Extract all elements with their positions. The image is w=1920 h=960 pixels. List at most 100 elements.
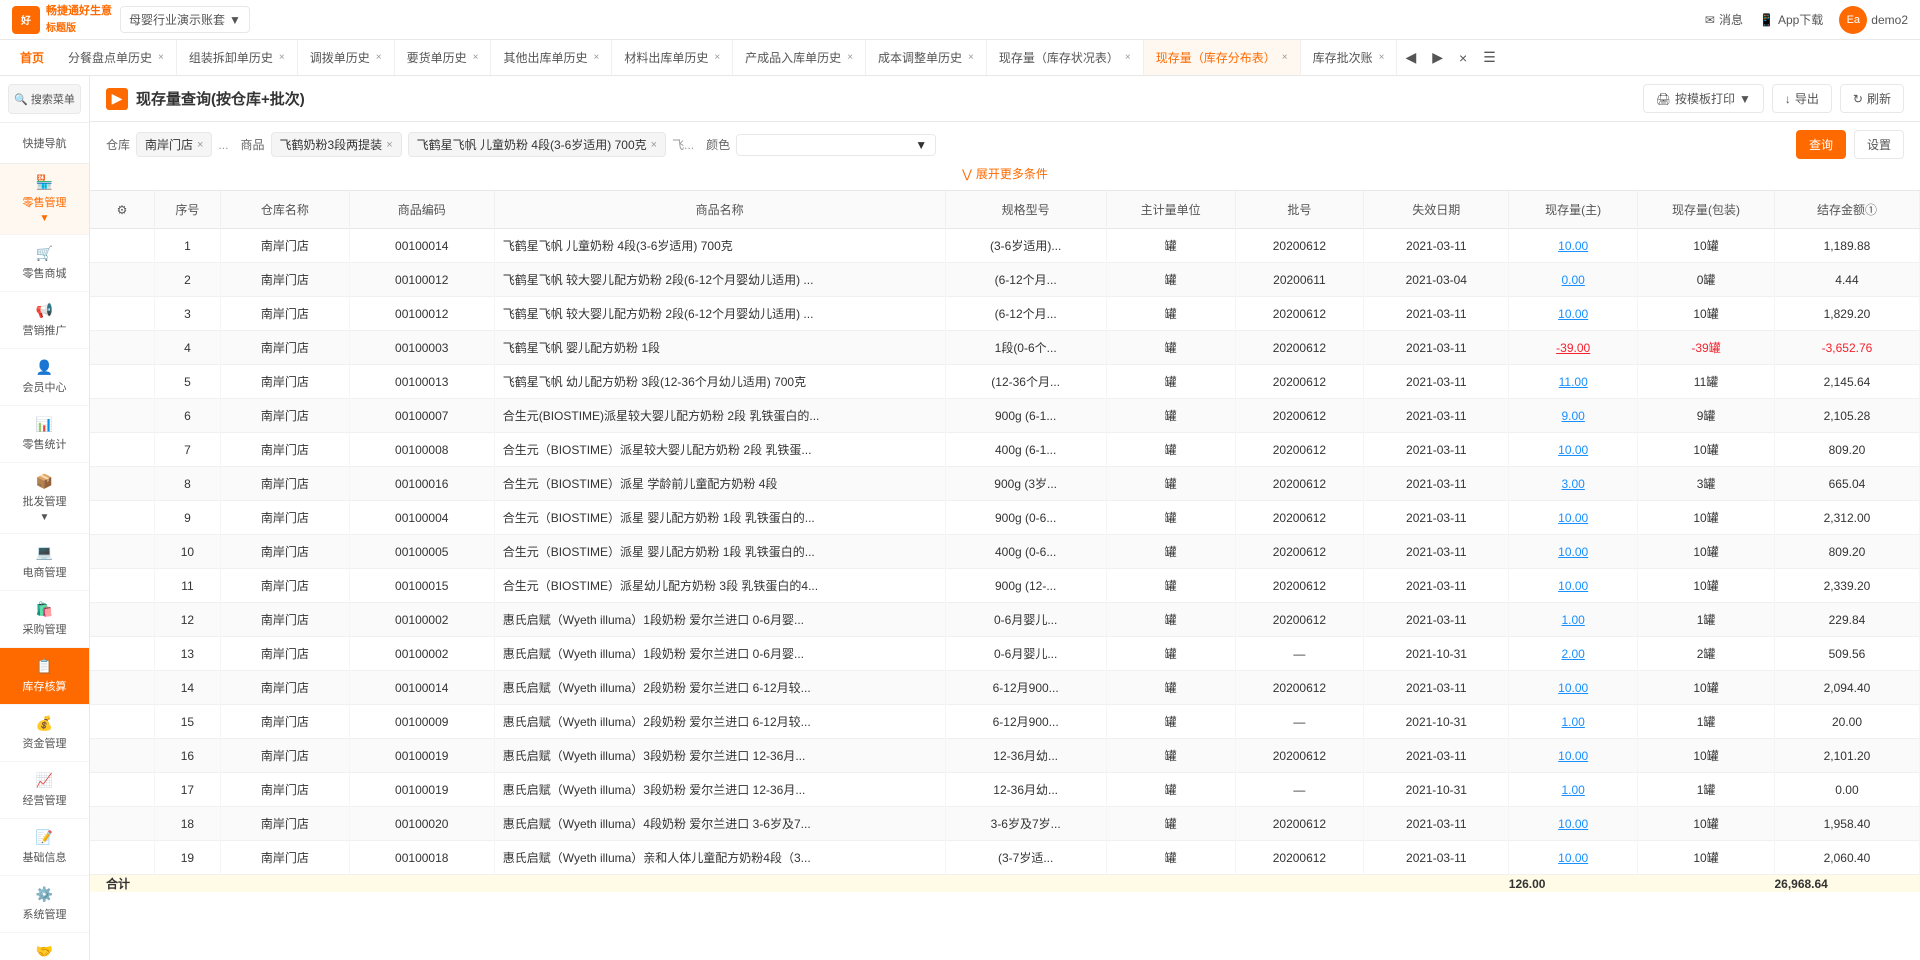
product-filter-close-1[interactable]: × [651, 139, 657, 151]
tab-close-all-button[interactable]: × [1451, 46, 1475, 70]
sidebar-item-inventory[interactable]: 📋 库存核算 [0, 648, 89, 705]
cell-spec-3: 1段(0-6个... [945, 331, 1106, 365]
settings-button[interactable]: 设置 [1854, 130, 1904, 159]
warehouse-filter-more[interactable]: ... [218, 138, 228, 152]
sidebar-item-system[interactable]: ⚙️ 系统管理 [0, 876, 89, 933]
tab-stock-dist[interactable]: 现存量（库存分布表） × [1144, 40, 1301, 76]
sidebar-item-enterprise[interactable]: 🤝 企业协同 [0, 933, 89, 960]
tab-prev-button[interactable]: ◀ [1397, 45, 1424, 70]
sidebar-item-marketing[interactable]: 📢 营销推广 [0, 292, 89, 349]
sidebar-item-operations[interactable]: 📈 经营管理 [0, 762, 89, 819]
sidebar-item-retail-stats[interactable]: 📊 零售统计 [0, 406, 89, 463]
product-filter-more[interactable]: 飞... [672, 136, 694, 153]
tab-stock-status-close[interactable]: × [1125, 52, 1131, 63]
tab-stock-status[interactable]: 现存量（库存状况表） × [987, 40, 1144, 76]
user-area[interactable]: Ea demo2 [1839, 6, 1908, 34]
search-menu-button[interactable]: 🔍 搜索菜单 [8, 84, 81, 114]
cell-spec-2: (6-12个月... [945, 297, 1106, 331]
sidebar-item-basics[interactable]: 📝 基础信息 [0, 819, 89, 876]
export-button[interactable]: ↓ 导出 [1772, 84, 1832, 113]
export-label: 导出 [1795, 90, 1819, 107]
message-button[interactable]: ✉ 消息 [1705, 11, 1743, 28]
cell-pkg-5: 9罐 [1638, 399, 1775, 433]
column-settings-icon[interactable]: ⚙ [117, 203, 128, 217]
tab-transfer-close[interactable]: × [376, 52, 382, 63]
color-filter-select[interactable]: ▼ [736, 134, 936, 156]
tab-product-in[interactable]: 产成品入库单历史 × [733, 40, 866, 76]
cell-spec-15: 12-36月幼... [945, 739, 1106, 773]
sidebar-item-member[interactable]: 👤 会员中心 [0, 349, 89, 406]
cell-unit-14: 罐 [1106, 705, 1235, 739]
expand-filter-button[interactable]: ▶ [106, 88, 128, 110]
table-row: 2 南岸门店 00100012 飞鹤星飞帆 较大婴儿配方奶粉 2段(6-12个月… [90, 263, 1920, 297]
cell-pkg-16: 1罐 [1638, 773, 1775, 807]
tab-split[interactable]: 分餐盘点单历史 × [56, 40, 177, 76]
enterprise-dropdown[interactable]: 母婴行业演示账套 ▼ [120, 6, 250, 33]
cell-pkg-0: 10罐 [1638, 229, 1775, 263]
cell-expire-14: 2021-10-31 [1364, 705, 1509, 739]
tab-disassemble[interactable]: 组装拆卸单历史 × [177, 40, 298, 76]
tab-disassemble-close[interactable]: × [279, 52, 285, 63]
tab-material-out[interactable]: 材料出库单历史 × [612, 40, 733, 76]
cell-pkg-9: 10罐 [1638, 535, 1775, 569]
tab-other-out-close[interactable]: × [593, 52, 599, 63]
cell-code-5: 00100007 [349, 399, 494, 433]
th-settings[interactable]: ⚙ [90, 191, 154, 229]
tab-batch-ledger-close[interactable]: × [1379, 52, 1385, 63]
print-button[interactable]: 🖨 按模板打印 ▼ [1643, 84, 1764, 113]
cell-spec-8: 900g (0-6... [945, 501, 1106, 535]
query-button[interactable]: 查询 [1796, 130, 1846, 159]
cell-name-14: 惠氏启赋（Wyeth illuma）2段奶粉 爱尔兰进口 6-12月较... [494, 705, 945, 739]
quick-nav-button[interactable]: 快捷导航 [0, 129, 89, 157]
tab-transfer[interactable]: 调拨单历史 × [298, 40, 395, 76]
tab-cost-adjust[interactable]: 成本调整单历史 × [866, 40, 987, 76]
cell-expire-18: 2021-03-11 [1364, 841, 1509, 875]
cell-name-12: 惠氏启赋（Wyeth illuma）1段奶粉 爱尔兰进口 0-6月婴... [494, 637, 945, 671]
cell-qty-11: 1.00 [1509, 603, 1638, 637]
tab-request[interactable]: 要货单历史 × [395, 40, 492, 76]
sidebar-item-wholesale[interactable]: 📦 批发管理 ▼ [0, 463, 89, 534]
member-label: 会员中心 [23, 379, 67, 395]
tab-menu-button[interactable]: ☰ [1475, 45, 1504, 70]
expand-filter-icon: ▶ [112, 90, 123, 107]
cell-expire-4: 2021-03-11 [1364, 365, 1509, 399]
table-row: 8 南岸门店 00100016 合生元（BIOSTIME）派星 学龄前儿童配方奶… [90, 467, 1920, 501]
warehouse-filter-close[interactable]: × [197, 139, 203, 151]
cell-name-5: 合生元(BIOSTIME)派星较大婴儿配方奶粉 2段 乳铁蛋白的... [494, 399, 945, 433]
sidebar-item-finance[interactable]: 💰 资金管理 [0, 705, 89, 762]
cell-spec-6: 400g (6-1... [945, 433, 1106, 467]
tab-home[interactable]: 首页 [8, 49, 56, 66]
quick-nav-label: 快捷导航 [23, 138, 67, 150]
tab-request-close[interactable]: × [473, 52, 479, 63]
tab-cost-adjust-close[interactable]: × [968, 52, 974, 63]
cell-warehouse-6: 南岸门店 [220, 433, 349, 467]
sidebar-item-retail-shop[interactable]: 🛒 零售商城 [0, 235, 89, 292]
footer-total-pkg [1638, 875, 1775, 893]
cell-balance-0: 1,189.88 [1774, 229, 1919, 263]
tab-stock-dist-close[interactable]: × [1282, 52, 1288, 63]
product-filter-close-0[interactable]: × [386, 139, 392, 151]
cell-batch-3: 20200612 [1235, 331, 1364, 365]
tab-other-out[interactable]: 其他出库单历史 × [491, 40, 612, 76]
cell-balance-12: 509.56 [1774, 637, 1919, 671]
sidebar-item-retail-mgmt[interactable]: 🏪 零售管理 ▼ [0, 164, 89, 235]
tab-next-button[interactable]: ▶ [1424, 45, 1451, 70]
tab-material-out-close[interactable]: × [714, 52, 720, 63]
expand-more-filter[interactable]: ⋁ 展开更多条件 [106, 165, 1904, 182]
table-row: 4 南岸门店 00100003 飞鹤星飞帆 婴儿配方奶粉 1段 1段(0-6个.… [90, 331, 1920, 365]
sidebar-item-purchase[interactable]: 🛍️ 采购管理 [0, 591, 89, 648]
app-download-button[interactable]: 📱 App下载 [1759, 11, 1823, 28]
cell-unit-3: 罐 [1106, 331, 1235, 365]
cell-unit-12: 罐 [1106, 637, 1235, 671]
cell-unit-11: 罐 [1106, 603, 1235, 637]
tab-product-in-close[interactable]: × [847, 52, 853, 63]
sidebar-item-ecommerce[interactable]: 💻 电商管理 [0, 534, 89, 591]
cell-name-0: 飞鹤星飞帆 儿童奶粉 4段(3-6岁适用) 700克 [494, 229, 945, 263]
cell-spec-16: 12-36月幼... [945, 773, 1106, 807]
tab-split-close[interactable]: × [158, 52, 164, 63]
cell-spec-9: 400g (0-6... [945, 535, 1106, 569]
table-row: 7 南岸门店 00100008 合生元（BIOSTIME）派星较大婴儿配方奶粉 … [90, 433, 1920, 467]
cell-num-1: 2 [154, 263, 220, 297]
tab-batch-ledger[interactable]: 库存批次账 × [1301, 40, 1398, 76]
refresh-button[interactable]: ↻ 刷新 [1840, 84, 1904, 113]
